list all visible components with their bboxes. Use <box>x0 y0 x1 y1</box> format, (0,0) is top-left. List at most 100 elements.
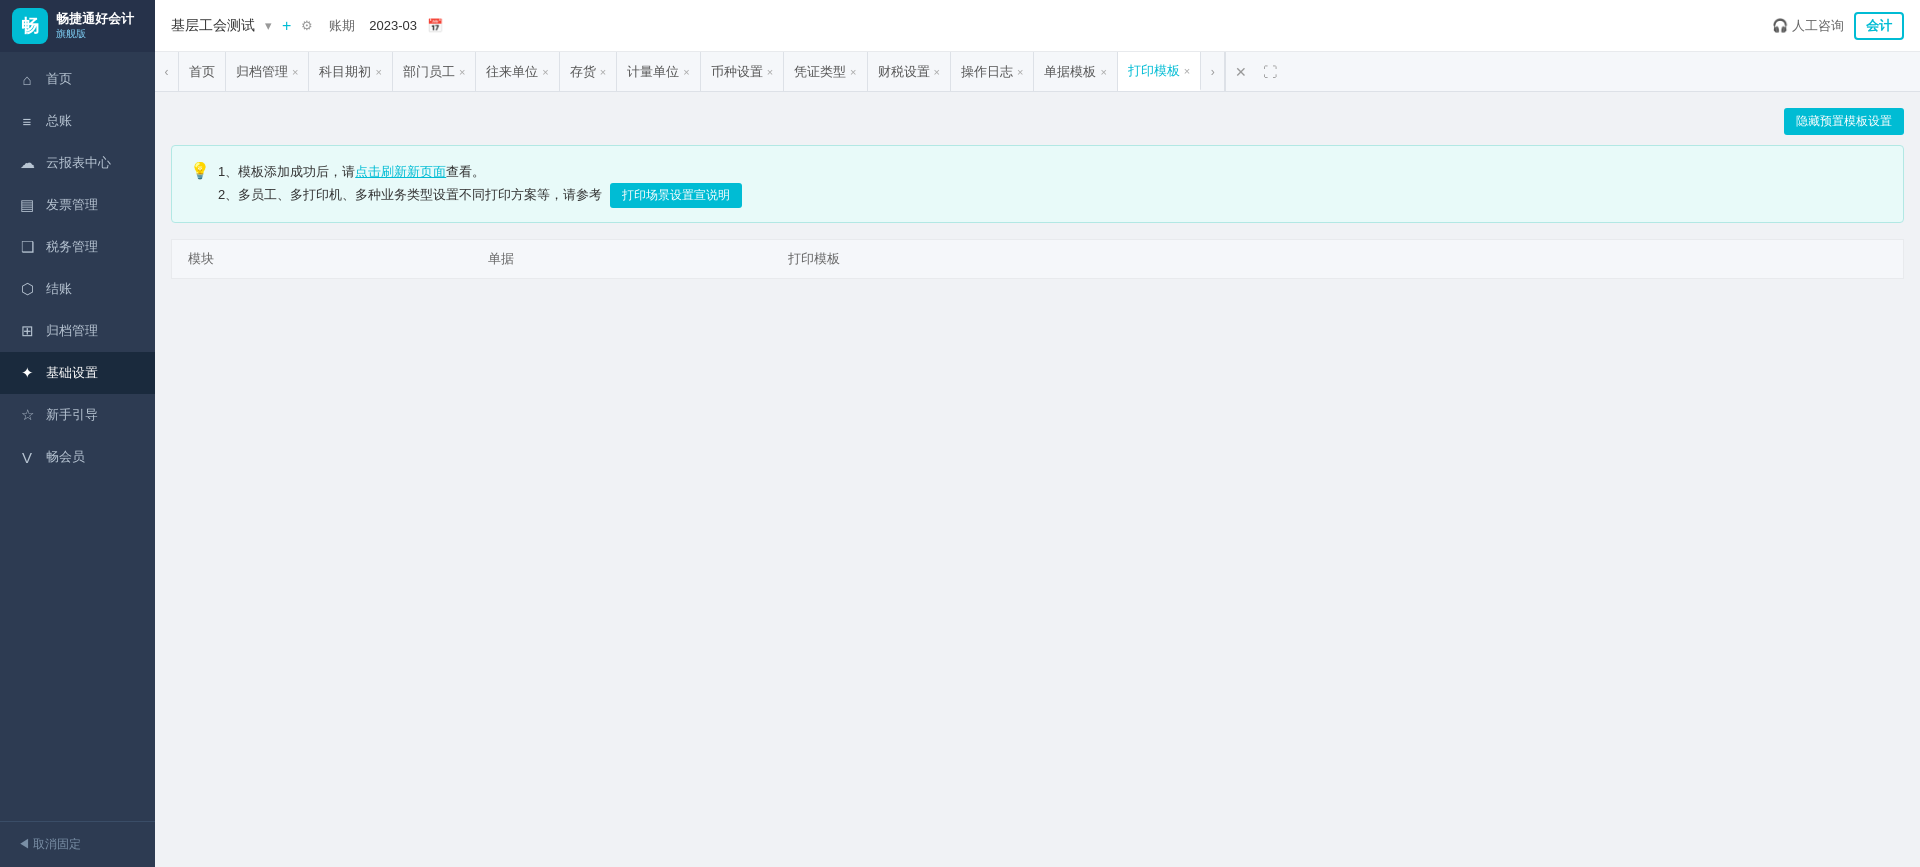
close-icon: ⬡ <box>18 280 36 298</box>
service-button[interactable]: 🎧 人工咨询 <box>1772 17 1844 35</box>
sidebar-label-ledger: 总账 <box>46 112 72 130</box>
tab-label-single-template: 单据模板 <box>1044 63 1096 81</box>
tab-op-log[interactable]: 操作日志 × <box>951 52 1034 91</box>
tab-close-print-template[interactable]: × <box>1184 65 1190 77</box>
notice-line1: 1、模板添加成功后，请点击刷新新页面查看。 <box>218 160 742 183</box>
tab-label-tax-settings: 财税设置 <box>878 63 930 81</box>
cloud-report-icon: ☁ <box>18 154 36 172</box>
tab-close-tax-settings[interactable]: × <box>934 66 940 78</box>
table-header: 模块 单据 打印模板 <box>171 239 1904 279</box>
tab-close-subject-init[interactable]: × <box>375 66 381 78</box>
tab-inventory[interactable]: 存货× <box>560 52 617 91</box>
tab-archive-mgr[interactable]: 归档管理 × <box>226 52 309 91</box>
tab-nav-right[interactable]: › <box>1201 52 1225 91</box>
logo-text: 畅捷通好会计 旗舰版 <box>56 11 134 42</box>
tab-home[interactable]: 首页 <box>179 52 226 91</box>
notice-row: 💡 1、模板添加成功后，请点击刷新新页面查看。 2、多员工、多打印机、多种业务类… <box>190 160 1885 208</box>
sidebar-label-home: 首页 <box>46 70 72 88</box>
tab-counterpart[interactable]: 往来单位 × <box>476 52 559 91</box>
hide-preview-area: 隐藏预置模板设置 <box>171 108 1904 135</box>
ledger-icon: ≡ <box>18 113 36 130</box>
content-area: 隐藏预置模板设置 💡 1、模板添加成功后，请点击刷新新页面查看。 2、多员工、多… <box>155 92 1920 867</box>
notice-text: 1、模板添加成功后，请点击刷新新页面查看。 2、多员工、多打印机、多种业务类型设… <box>218 160 742 208</box>
sidebar-label-invoice: 发票管理 <box>46 196 98 214</box>
settings-icon[interactable]: ⚙ <box>301 18 313 33</box>
sidebar-item-archive[interactable]: ⊞ 归档管理 <box>0 310 155 352</box>
tab-label-archive-mgr: 归档管理 <box>236 63 288 81</box>
tab-label-home: 首页 <box>189 63 215 81</box>
sidebar-item-basic[interactable]: ✦ 基础设置 <box>0 352 155 394</box>
tab-label-voucher-type: 凭证类型 <box>794 63 846 81</box>
main-area: 基层工会测试 ▾ + ⚙ 账期 2023-03 📅 🎧 人工咨询 会计 ‹首页归… <box>155 0 1920 867</box>
sidebar-item-close[interactable]: ⬡ 结账 <box>0 268 155 310</box>
tab-close-unit[interactable]: × <box>683 66 689 78</box>
sidebar-label-guide: 新手引导 <box>46 406 98 424</box>
tab-print-template[interactable]: 打印模板× <box>1118 52 1201 91</box>
tab-subject-init[interactable]: 科目期初 × <box>309 52 392 91</box>
tab-close-archive-mgr[interactable]: × <box>292 66 298 78</box>
tab-single-template[interactable]: 单据模板 × <box>1034 52 1117 91</box>
lightbulb-icon: 💡 <box>190 161 210 180</box>
basic-icon: ✦ <box>18 364 36 382</box>
tab-label-counterpart: 往来单位 <box>486 63 538 81</box>
tab-label-unit: 计量单位 <box>627 63 679 81</box>
company-name: 基层工会测试 <box>171 17 255 35</box>
notice-box: 💡 1、模板添加成功后，请点击刷新新页面查看。 2、多员工、多打印机、多种业务类… <box>171 145 1904 223</box>
sidebar-nav: ⌂ 首页 ≡ 总账 ☁ 云报表中心 ▤ 发票管理 ❑税务管理 ⬡ 结账 ⊞ 归档管理 ✦ 基础设置 ☆新手引导… <box>0 52 155 821</box>
col-header-voucher: 单据 <box>488 250 788 268</box>
logo-icon: 畅 <box>12 8 48 44</box>
sidebar-item-member[interactable]: V畅会员 <box>0 436 155 478</box>
sidebar-item-home[interactable]: ⌂ 首页 <box>0 58 155 100</box>
sidebar-unpin[interactable]: ◀ 取消固定 <box>0 821 155 867</box>
member-icon: V <box>18 449 36 466</box>
sidebar-logo: 畅 畅捷通好会计 旗舰版 <box>0 0 155 52</box>
tab-tax-settings[interactable]: 财税设置 × <box>868 52 951 91</box>
tab-close-inventory[interactable]: × <box>600 66 606 78</box>
tab-label-currency: 币种设置 <box>711 63 763 81</box>
sidebar-label-cloud-report: 云报表中心 <box>46 154 111 172</box>
sidebar-item-tax[interactable]: ❑税务管理 <box>0 226 155 268</box>
col-header-template: 打印模板 <box>788 250 1887 268</box>
sidebar-label-close: 结账 <box>46 280 72 298</box>
tab-close-op-log[interactable]: × <box>1017 66 1023 78</box>
col-header-module: 模块 <box>188 250 488 268</box>
logo-title: 畅捷通好会计 <box>56 11 134 28</box>
tab-maximize[interactable]: ⛶ <box>1255 52 1285 91</box>
company-dropdown-icon[interactable]: ▾ <box>265 18 272 33</box>
sidebar-item-guide[interactable]: ☆新手引导 <box>0 394 155 436</box>
topbar: 基层工会测试 ▾ + ⚙ 账期 2023-03 📅 🎧 人工咨询 会计 <box>155 0 1920 52</box>
tab-label-subject-init: 科目期初 <box>319 63 371 81</box>
tab-close-single-template[interactable]: × <box>1100 66 1106 78</box>
headset-icon: 🎧 <box>1772 18 1788 33</box>
tab-close-voucher-type[interactable]: × <box>850 66 856 78</box>
notice-line2-prefix: 2、多员工、多打印机、多种业务类型设置不同打印方案等，请参考 <box>218 187 602 202</box>
print-scene-button[interactable]: 打印场景设置宣说明 <box>610 183 742 208</box>
period-label: 账期 <box>329 17 355 35</box>
sidebar-item-invoice[interactable]: ▤ 发票管理 <box>0 184 155 226</box>
tabbar: ‹首页归档管理×科目期初×部门员工×往来单位×存货×计量单位×币种设置×凭证类型… <box>155 52 1920 92</box>
tab-voucher-type[interactable]: 凭证类型 × <box>784 52 867 91</box>
home-icon: ⌂ <box>18 71 36 88</box>
sidebar-item-cloud-report[interactable]: ☁ 云报表中心 <box>0 142 155 184</box>
tab-unit[interactable]: 计量单位 × <box>617 52 700 91</box>
notice-line1-prefix: 1、模板添加成功后，请 <box>218 164 355 179</box>
tab-currency[interactable]: 币种设置 × <box>701 52 784 91</box>
tab-nav-left[interactable]: ‹ <box>155 52 179 91</box>
invoice-icon: ▤ <box>18 196 36 214</box>
refresh-link[interactable]: 点击刷新新页面 <box>355 164 446 179</box>
tab-label-op-log: 操作日志 <box>961 63 1013 81</box>
tab-close-dept-staff[interactable]: × <box>459 66 465 78</box>
sidebar-label-basic: 基础设置 <box>46 364 98 382</box>
sidebar-item-ledger[interactable]: ≡ 总账 <box>0 100 155 142</box>
tab-close-all[interactable]: ✕ <box>1225 52 1255 91</box>
hide-preview-button[interactable]: 隐藏预置模板设置 <box>1784 108 1904 135</box>
archive-icon: ⊞ <box>18 322 36 340</box>
accountant-button[interactable]: 会计 <box>1854 12 1904 40</box>
tab-dept-staff[interactable]: 部门员工× <box>393 52 476 91</box>
tab-close-counterpart[interactable]: × <box>542 66 548 78</box>
sidebar-label-archive: 归档管理 <box>46 322 98 340</box>
calendar-icon[interactable]: 📅 <box>427 18 443 33</box>
add-company-icon[interactable]: + <box>282 17 291 35</box>
tab-close-currency[interactable]: × <box>767 66 773 78</box>
sidebar: 畅 畅捷通好会计 旗舰版 ⌂ 首页 ≡ 总账 ☁ 云报表中心 ▤ 发票管理 ❑税务管理 ⬡ 结账 ⊞ 归… <box>0 0 155 867</box>
